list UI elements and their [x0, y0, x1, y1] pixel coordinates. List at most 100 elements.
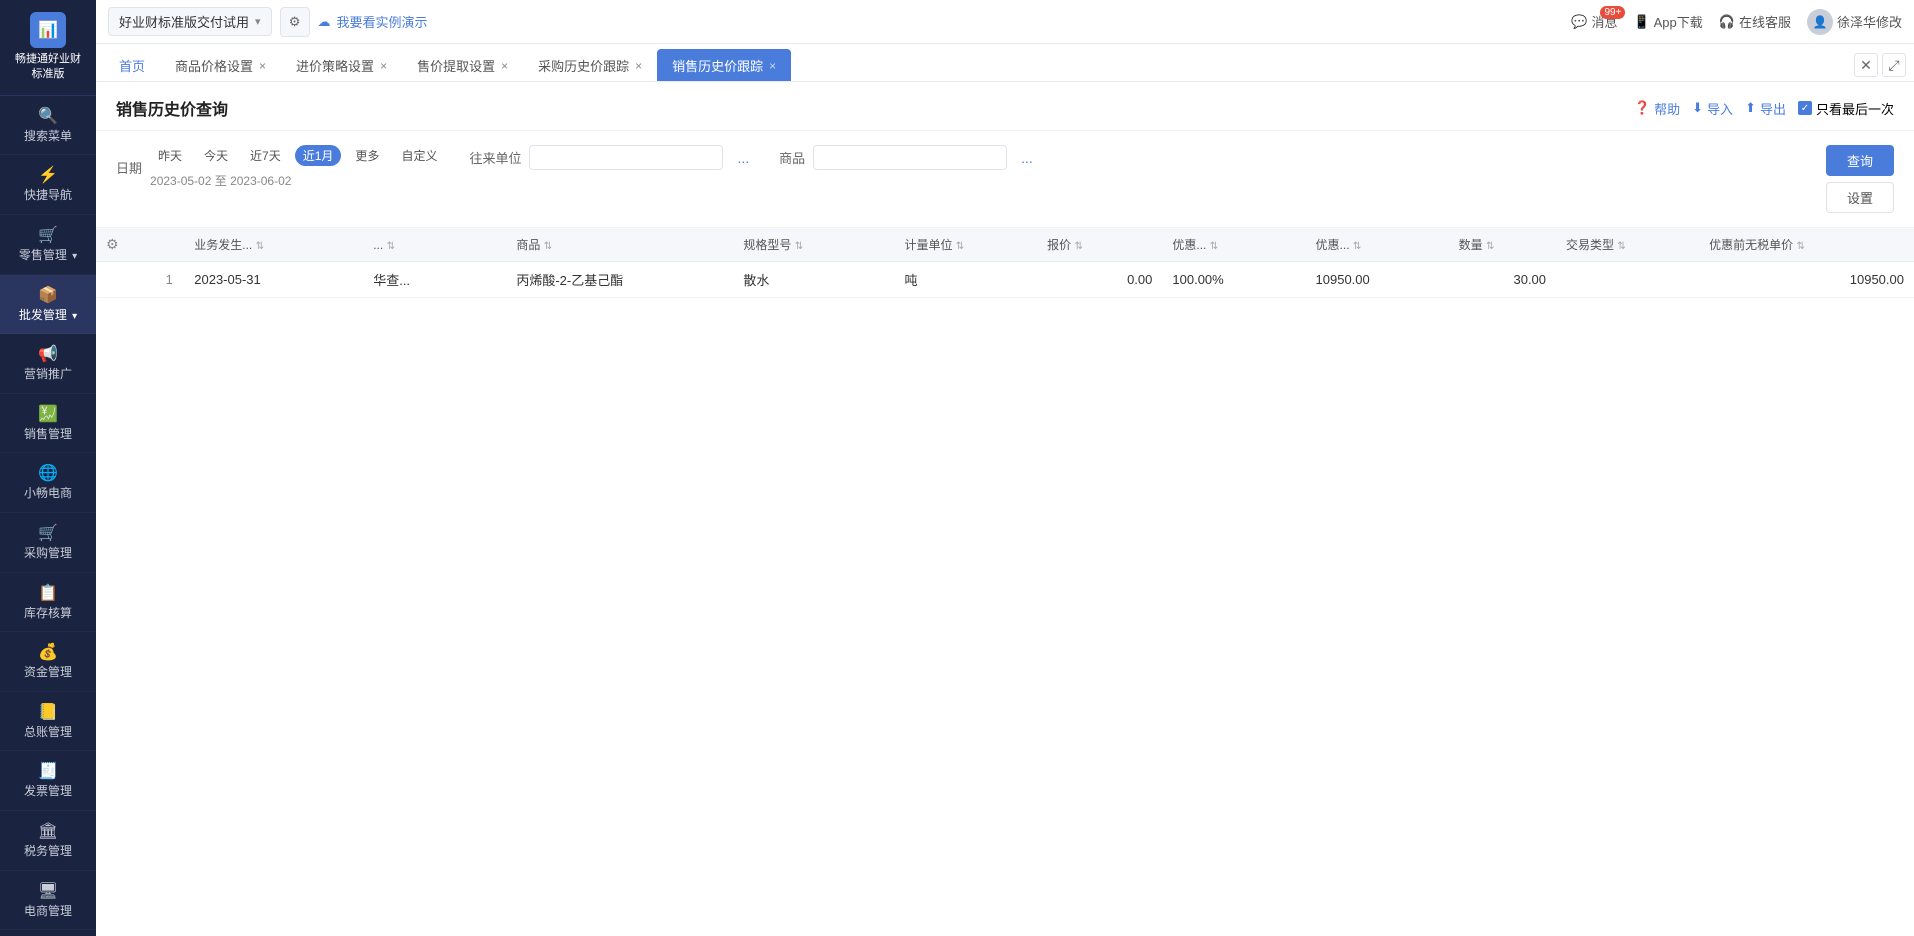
sidebar-item-ecommerce[interactable]: 🖥 电商管理	[0, 871, 96, 931]
tab-home[interactable]: 首页	[104, 49, 160, 81]
sidebar-item-purchase[interactable]: 🛒 采购管理	[0, 513, 96, 573]
product-filter-field: 商品 ...	[779, 145, 1039, 170]
user-name: 徐泽华修改	[1837, 12, 1902, 31]
col-header-dots[interactable]: ... ⇅	[363, 228, 506, 262]
sidebar-item-search[interactable]: 🔍 搜索菜单	[0, 96, 96, 156]
tab-close-sales-history[interactable]: ×	[769, 59, 776, 73]
col-header-unit[interactable]: 计量单位 ⇅	[894, 228, 1037, 262]
col-header-type[interactable]: 交易类型 ⇅	[1556, 228, 1699, 262]
online-service-label: 在线客服	[1739, 12, 1791, 31]
cell-org-0: 华查...	[363, 262, 506, 298]
nav-icon-search: 🔍	[38, 106, 58, 126]
export-button[interactable]: ⬆ 导出	[1745, 99, 1786, 118]
sidebar-nav: 🔍 搜索菜单 ⚡ 快捷导航 🛒 零售管理 ▾ 📦 批发管理 ▾ 📢 营销推广 💹…	[0, 96, 96, 936]
topbar-online-service-btn[interactable]: 🎧 在线客服	[1719, 12, 1791, 31]
date-option-more[interactable]: 更多	[347, 145, 387, 166]
cell-product-0: 丙烯酸-2-乙基己酯	[506, 262, 733, 298]
topbar-demo-link[interactable]: ☁ 我要看实例演示	[318, 12, 428, 31]
sort-icon-date: ⇅	[256, 241, 264, 252]
sort-icon-spec: ⇅	[795, 241, 803, 252]
sort-icon-unit: ⇅	[956, 241, 964, 252]
col-label-price: 报价	[1047, 238, 1071, 252]
tab-purchase-history[interactable]: 采购历史价跟踪 ×	[523, 49, 657, 81]
date-option-yesterday[interactable]: 昨天	[150, 145, 190, 166]
help-button[interactable]: ❓ 帮助	[1634, 99, 1680, 118]
sort-icon-discount1: ⇅	[1210, 241, 1218, 252]
tab-price-extract[interactable]: 售价提取设置 ×	[402, 49, 523, 81]
topbar-user-btn[interactable]: 👤 徐泽华修改	[1807, 9, 1902, 35]
sidebar-item-wholesale[interactable]: 📦 批发管理 ▾	[0, 275, 96, 335]
topbar-app-download-btn[interactable]: 📱 App下载	[1633, 12, 1702, 31]
col-header-spec[interactable]: 规格型号 ⇅	[733, 228, 894, 262]
col-label-spec: 规格型号	[743, 238, 791, 252]
close-tab-button[interactable]: ✕	[1854, 53, 1878, 77]
table-settings-icon[interactable]: ⚙	[106, 236, 119, 252]
sort-icon-discount2: ⇅	[1353, 241, 1361, 252]
topbar-settings-button[interactable]: ⚙	[280, 7, 310, 37]
date-option-today[interactable]: 今天	[196, 145, 236, 166]
sidebar-item-marketing[interactable]: 📢 营销推广	[0, 334, 96, 394]
col-header-product[interactable]: 商品 ⇅	[506, 228, 733, 262]
col-header-qty[interactable]: 数量 ⇅	[1449, 228, 1556, 262]
tab-product-price[interactable]: 商品价格设置 ×	[160, 49, 281, 81]
nav-icon-invoice: 🧾	[38, 761, 58, 781]
cell-discount2-0: 10950.00	[1306, 262, 1449, 298]
headset-icon: 🎧	[1719, 14, 1735, 30]
col-header-date[interactable]: 业务发生... ⇅	[184, 228, 363, 262]
only-last-checkbox[interactable]: ✓ 只看最后一次	[1798, 99, 1894, 118]
tab-close-purchase-strategy[interactable]: ×	[380, 59, 387, 73]
tab-close-purchase-history[interactable]: ×	[635, 59, 642, 73]
nav-label-wholesale: 批发管理 ▾	[19, 308, 77, 324]
topbar-left: 好业财标准版交付试用 ▾ ⚙ ☁ 我要看实例演示	[108, 7, 1571, 37]
col-label-discount2: 优惠...	[1316, 238, 1350, 252]
col-header-discount2[interactable]: 优惠... ⇅	[1306, 228, 1449, 262]
logo-icon: 📊	[30, 12, 66, 48]
date-option-last7[interactable]: 近7天	[242, 145, 289, 166]
import-button[interactable]: ⬇ 导入	[1692, 99, 1733, 118]
product-dots-button[interactable]: ...	[1015, 146, 1039, 170]
sidebar-item-retail[interactable]: 🛒 零售管理 ▾	[0, 215, 96, 275]
sidebar-item-fixed-assets[interactable]: 🏗 固定资产	[0, 930, 96, 936]
topbar: 好业财标准版交付试用 ▾ ⚙ ☁ 我要看实例演示 💬 消息 99+ 📱 App下…	[96, 0, 1914, 44]
col-header-pretax[interactable]: 优惠前无税单价 ⇅	[1699, 228, 1914, 262]
sidebar-item-finance[interactable]: 💰 资金管理	[0, 632, 96, 692]
cell-date-0: 2023-05-31	[184, 262, 363, 298]
tab-close-price-extract[interactable]: ×	[501, 59, 508, 73]
sidebar-item-invoice[interactable]: 🧾 发票管理	[0, 751, 96, 811]
sidebar-item-sales[interactable]: 💹 销售管理	[0, 394, 96, 454]
col-label-date: 业务发生...	[194, 238, 252, 252]
tab-purchase-strategy[interactable]: 进价策略设置 ×	[281, 49, 402, 81]
sort-icon-qty: ⇅	[1486, 241, 1494, 252]
query-button[interactable]: 查询	[1826, 145, 1894, 176]
supplier-dots-button[interactable]: ...	[731, 146, 755, 170]
topbar-message-btn[interactable]: 💬 消息 99+	[1571, 12, 1617, 31]
sidebar-item-quick-nav[interactable]: ⚡ 快捷导航	[0, 155, 96, 215]
sidebar-item-inventory[interactable]: 📋 库存核算	[0, 573, 96, 633]
product-input[interactable]	[813, 145, 1007, 170]
tab-list: 首页 商品价格设置 × 进价策略设置 × 售价提取设置 × 采购历史价跟踪 × …	[104, 49, 791, 81]
supplier-input[interactable]	[529, 145, 723, 170]
tab-close-product-price[interactable]: ×	[259, 59, 266, 73]
nav-icon-ecommerce-small: 🌐	[38, 463, 58, 483]
help-icon: ❓	[1634, 100, 1650, 116]
sidebar-item-tax[interactable]: 🏛 税务管理	[0, 811, 96, 871]
export-icon: ⬆	[1745, 100, 1756, 116]
settings-button[interactable]: 设置	[1826, 182, 1894, 213]
nav-icon-marketing: 📢	[38, 344, 58, 364]
topbar-selector[interactable]: 好业财标准版交付试用 ▾	[108, 7, 272, 36]
cell-discount1-0: 100.00%	[1162, 262, 1305, 298]
sidebar-item-ecommerce-small[interactable]: 🌐 小畅电商	[0, 453, 96, 513]
date-option-custom[interactable]: 自定义	[393, 145, 445, 166]
nav-icon-sales: 💹	[38, 404, 58, 424]
col-header-price[interactable]: 报价 ⇅	[1037, 228, 1162, 262]
sort-icon-product: ⇅	[544, 241, 552, 252]
maximize-tab-button[interactable]: ⤢	[1882, 53, 1906, 77]
sidebar-item-ledger[interactable]: 📒 总账管理	[0, 692, 96, 752]
avatar: 👤	[1807, 9, 1833, 35]
date-option-last1m[interactable]: 近1月	[295, 145, 342, 166]
search-actions: 查询 设置	[1826, 145, 1894, 213]
table-row: 1 2023-05-31 华查... 丙烯酸-2-乙基己酯 散水 吨 0.00 …	[96, 262, 1914, 298]
sort-icon-type: ⇅	[1617, 241, 1625, 252]
col-header-discount1[interactable]: 优惠... ⇅	[1162, 228, 1305, 262]
tab-sales-history[interactable]: 销售历史价跟踪 ×	[657, 49, 791, 81]
